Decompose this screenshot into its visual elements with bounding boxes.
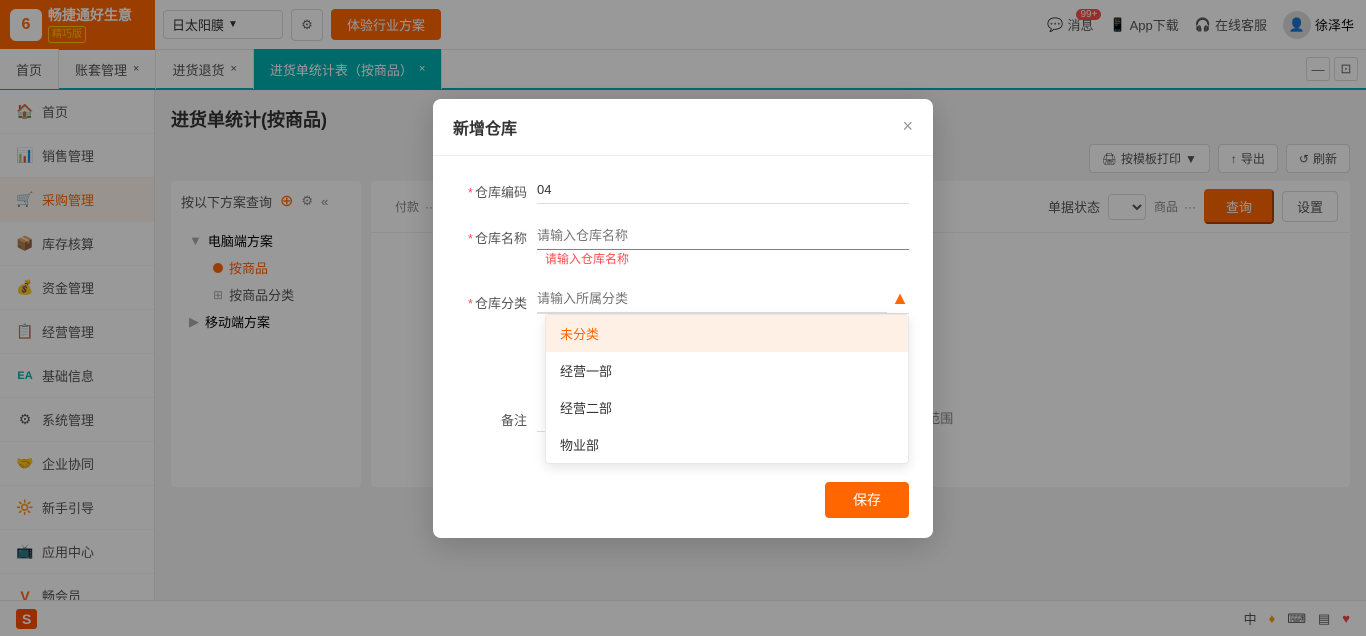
dropdown-item-1[interactable]: 经营一部: [546, 352, 908, 389]
warehouse-name-error: 请输入仓库名称: [545, 252, 629, 266]
notes-label: 备注: [457, 404, 537, 429]
modal-close-button[interactable]: ×: [902, 116, 913, 137]
warehouse-category-input[interactable]: [537, 285, 887, 313]
form-row-name: 仓库名称 请输入仓库名称: [457, 222, 909, 267]
category-dropdown-list: 未分类 经营一部 经营二部 物业部: [545, 314, 909, 464]
warehouse-category-label: 仓库分类: [457, 287, 537, 312]
new-warehouse-modal: 新增仓库 × 仓库编码 仓库名称 请输入仓库名称: [433, 99, 933, 538]
form-row-category: 仓库分类 ▲ 未分类 经营一部 经营二部 物业部: [457, 285, 909, 314]
category-dropdown-arrow[interactable]: ▲: [887, 288, 909, 309]
dropdown-item-3[interactable]: 物业部: [546, 426, 908, 463]
form-row-code: 仓库编码: [457, 176, 909, 204]
modal-title: 新增仓库: [453, 115, 517, 139]
dropdown-item-2[interactable]: 经营二部: [546, 389, 908, 426]
warehouse-code-label: 仓库编码: [457, 176, 537, 201]
warehouse-name-label: 仓库名称: [457, 222, 537, 247]
warehouse-name-input[interactable]: [537, 222, 909, 250]
dropdown-item-0[interactable]: 未分类: [546, 315, 908, 352]
modal-header: 新增仓库 ×: [433, 99, 933, 156]
warehouse-code-input[interactable]: [537, 176, 909, 204]
modal-overlay: 新增仓库 × 仓库编码 仓库名称 请输入仓库名称: [0, 0, 1366, 636]
modal-body: 仓库编码 仓库名称 请输入仓库名称 仓库分类 ▲: [433, 156, 933, 470]
save-button[interactable]: 保存: [825, 482, 909, 518]
modal-footer: 保存: [433, 470, 933, 538]
